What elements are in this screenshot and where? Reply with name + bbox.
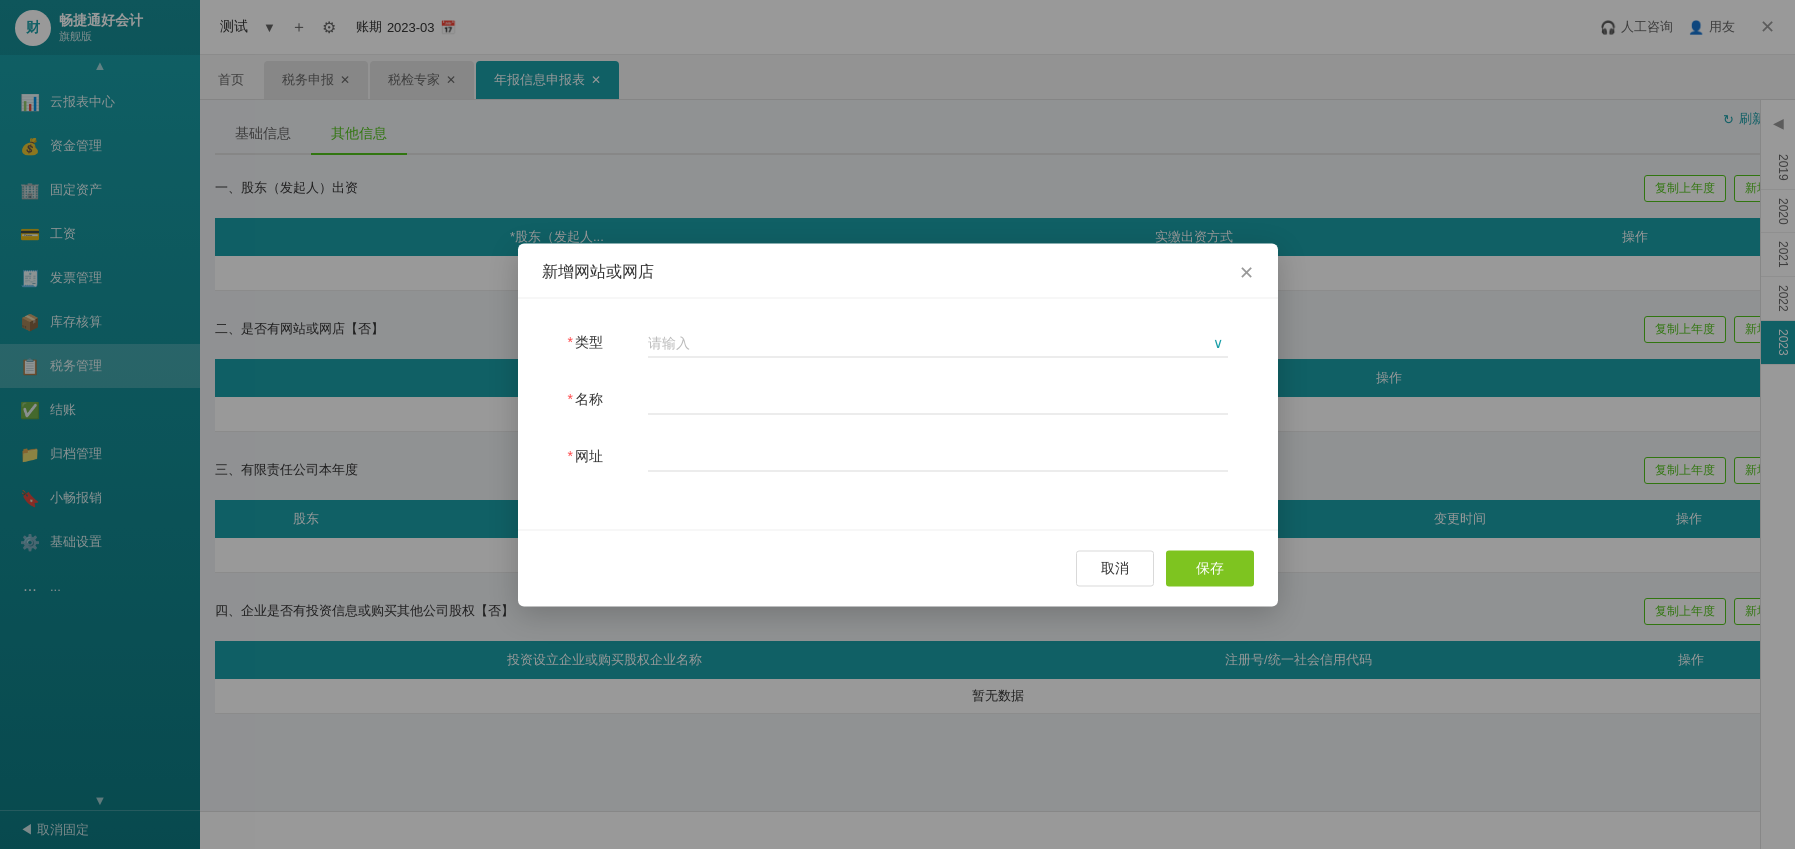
form-field-url: *网址 xyxy=(568,442,1228,471)
save-button[interactable]: 保存 xyxy=(1166,550,1254,586)
cancel-button[interactable]: 取消 xyxy=(1076,550,1154,586)
dialog-header: 新增网站或网店 ✕ xyxy=(518,243,1278,298)
url-input[interactable] xyxy=(648,442,1228,471)
dialog-close-button[interactable]: ✕ xyxy=(1239,261,1254,283)
form-field-name: *名称 xyxy=(568,385,1228,414)
field-label-url: 网址 xyxy=(575,448,603,464)
dialog-footer: 取消 保存 xyxy=(518,529,1278,606)
name-input[interactable] xyxy=(648,385,1228,414)
field-label-name: 名称 xyxy=(575,391,603,407)
dialog-title: 新增网站或网店 xyxy=(542,262,654,283)
dialog-body: *类型∨ *名称 *网址 xyxy=(518,298,1278,529)
field-label-type: 类型 xyxy=(575,334,603,350)
add-website-dialog: 新增网站或网店 ✕ *类型∨ *名称 *网址 取消 保存 xyxy=(518,243,1278,606)
form-field-type: *类型∨ xyxy=(568,328,1228,357)
type-input[interactable] xyxy=(648,328,1228,357)
